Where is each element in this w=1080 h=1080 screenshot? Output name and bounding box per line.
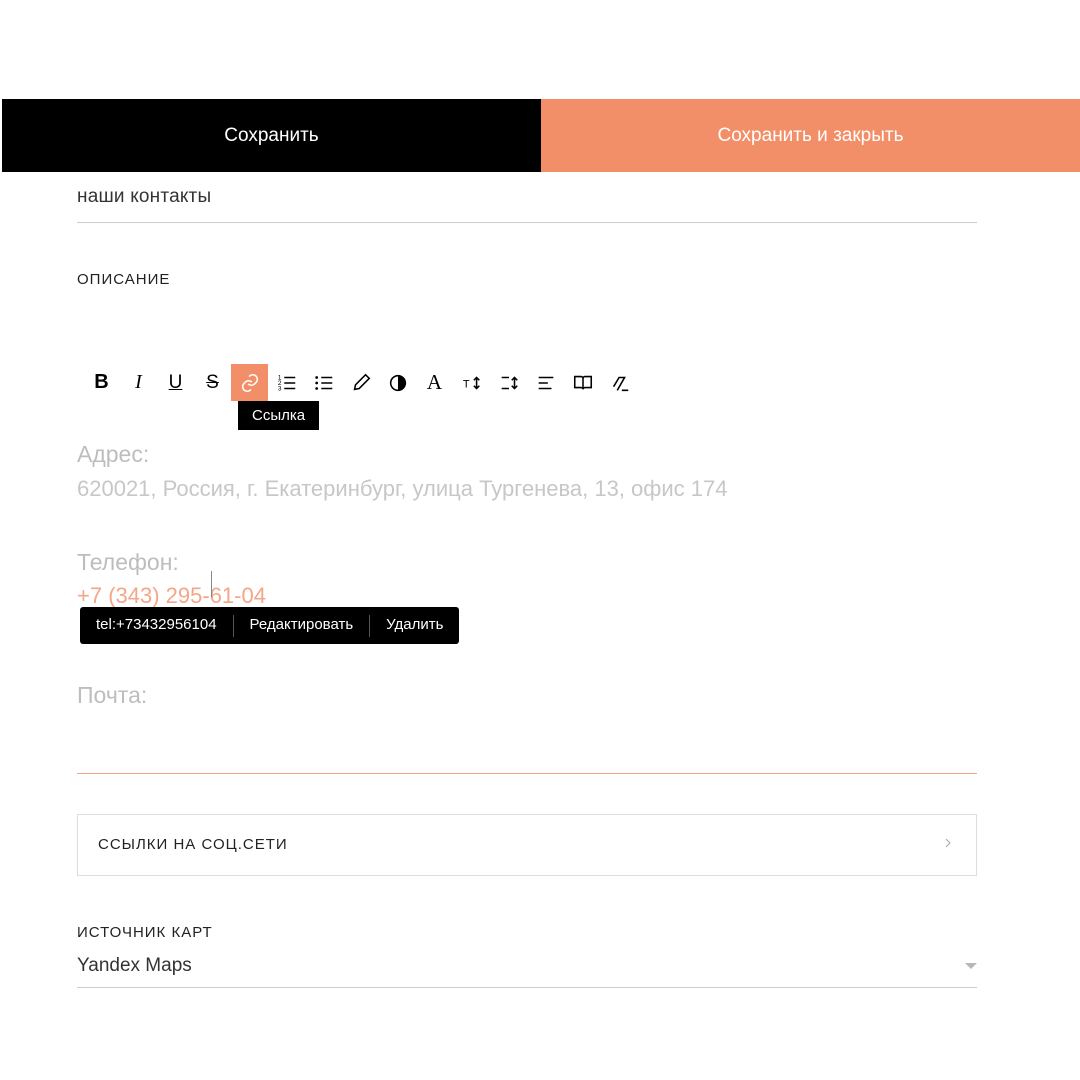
link-edit-button[interactable]: Редактировать — [233, 615, 370, 637]
strike-button[interactable]: S — [194, 364, 231, 401]
save-button-label: Сохранить — [224, 125, 318, 147]
address-label: Адрес: — [77, 437, 977, 472]
color-picker-icon — [350, 372, 372, 394]
underline-icon: U — [169, 372, 183, 394]
align-icon — [535, 372, 557, 394]
save-close-button[interactable]: Сохранить и закрыть — [541, 99, 1080, 172]
italic-button[interactable]: I — [120, 364, 157, 401]
social-links-accordion[interactable]: ССЫЛКИ НА СОЦ.СЕТИ — [77, 814, 977, 876]
svg-text:3: 3 — [277, 385, 281, 392]
line-height-button[interactable] — [490, 364, 527, 401]
dropdown-icon — [965, 963, 977, 969]
text-size-icon: T — [461, 372, 483, 394]
bg-color-button[interactable] — [379, 364, 416, 401]
text-caret — [211, 571, 212, 597]
book-button[interactable] — [564, 364, 601, 401]
address-value: 620021, Россия, г. Екатеринбург, улица Т… — [77, 472, 977, 505]
social-links-label: ССЫЛКИ НА СОЦ.СЕТИ — [98, 836, 288, 853]
phone-label: Телефон: — [77, 545, 977, 580]
description-label: ОПИСАНИЕ — [77, 271, 977, 288]
strike-icon: S — [206, 372, 219, 394]
clear-format-button[interactable] — [601, 364, 638, 401]
title-value: наши контакты — [77, 186, 211, 207]
link-popover: tel:+73432956104 Редактировать Удалить — [80, 607, 459, 644]
contrast-icon — [387, 372, 409, 394]
editor-toolbar: B I U S 123 A T — [83, 364, 977, 401]
bullet-list-icon — [313, 372, 335, 394]
save-button[interactable]: Сохранить — [2, 99, 541, 172]
bold-button[interactable]: B — [83, 364, 120, 401]
map-source-value: Yandex Maps — [77, 955, 192, 977]
chevron-right-icon — [940, 835, 956, 855]
link-delete-button[interactable]: Удалить — [369, 615, 459, 637]
font-button[interactable]: A — [416, 364, 453, 401]
bold-icon: B — [94, 371, 108, 394]
link-url[interactable]: tel:+73432956104 — [80, 615, 233, 637]
clear-format-icon — [609, 372, 631, 394]
book-icon — [572, 372, 594, 394]
bullet-list-button[interactable] — [305, 364, 342, 401]
link-tooltip: Ссылка — [238, 401, 319, 430]
align-button[interactable] — [527, 364, 564, 401]
svg-text:T: T — [462, 378, 469, 390]
italic-icon: I — [135, 371, 142, 394]
map-source-select[interactable]: Yandex Maps — [77, 955, 977, 988]
ordered-list-button[interactable]: 123 — [268, 364, 305, 401]
font-size-button[interactable]: T — [453, 364, 490, 401]
link-icon — [239, 372, 261, 394]
color-button[interactable] — [342, 364, 379, 401]
font-icon: A — [427, 370, 442, 395]
title-input[interactable]: наши контакты — [77, 172, 977, 223]
save-close-button-label: Сохранить и закрыть — [717, 125, 903, 147]
underline-button[interactable]: U — [157, 364, 194, 401]
mail-label: Почта: — [77, 678, 977, 713]
editor-border — [77, 773, 977, 774]
ordered-list-icon: 123 — [276, 372, 298, 394]
editor-area[interactable]: Адрес: 620021, Россия, г. Екатеринбург, … — [77, 437, 977, 713]
link-button[interactable] — [231, 364, 268, 401]
line-height-icon — [498, 372, 520, 394]
map-source-label: ИСТОЧНИК КАРТ — [77, 924, 977, 941]
